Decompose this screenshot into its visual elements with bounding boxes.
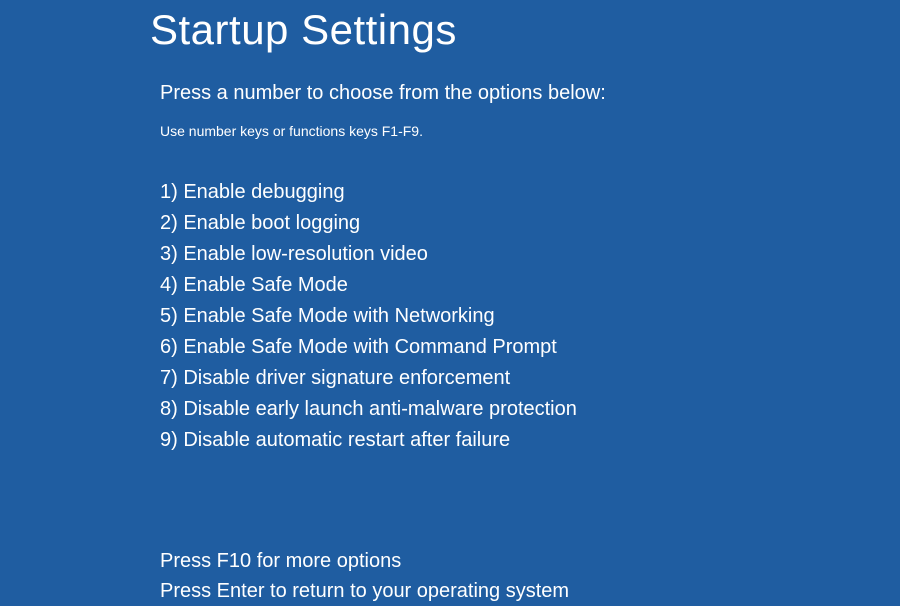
return-text: Press Enter to return to your operating … <box>160 576 900 606</box>
more-options-text: Press F10 for more options <box>160 546 900 576</box>
option-item[interactable]: 7) Disable driver signature enforcement <box>160 363 900 394</box>
option-item[interactable]: 1) Enable debugging <box>160 177 900 208</box>
content-area: Press a number to choose from the option… <box>160 82 900 606</box>
option-item[interactable]: 9) Disable automatic restart after failu… <box>160 425 900 456</box>
option-item[interactable]: 8) Disable early launch anti-malware pro… <box>160 394 900 425</box>
instruction-text: Press a number to choose from the option… <box>160 82 900 105</box>
option-item[interactable]: 5) Enable Safe Mode with Networking <box>160 301 900 332</box>
option-item[interactable]: 2) Enable boot logging <box>160 208 900 239</box>
option-item[interactable]: 6) Enable Safe Mode with Command Prompt <box>160 332 900 363</box>
startup-settings-screen: Startup Settings Press a number to choos… <box>0 6 900 606</box>
page-title: Startup Settings <box>150 6 900 54</box>
options-list: 1) Enable debugging 2) Enable boot loggi… <box>160 177 900 456</box>
option-item[interactable]: 3) Enable low-resolution video <box>160 239 900 270</box>
hint-text: Use number keys or functions keys F1-F9. <box>160 123 900 139</box>
option-item[interactable]: 4) Enable Safe Mode <box>160 270 900 301</box>
